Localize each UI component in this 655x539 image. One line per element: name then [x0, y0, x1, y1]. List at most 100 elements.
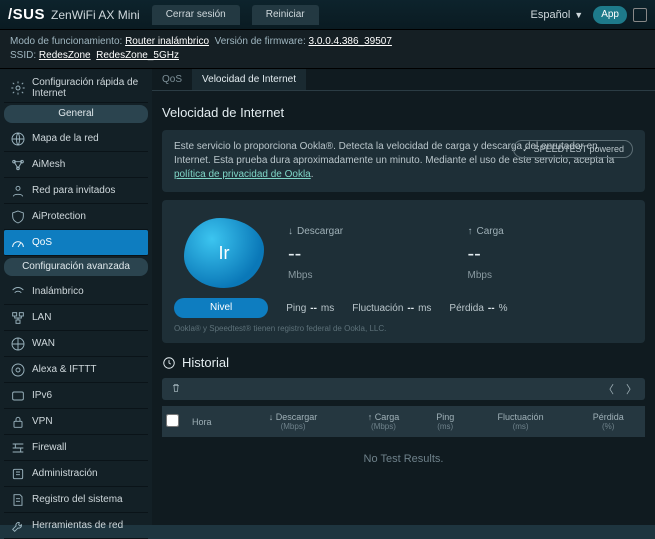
no-results-text: No Test Results. — [162, 437, 645, 481]
sidebar-item-vpn[interactable]: VPN — [4, 409, 148, 435]
main-content: QoS Velocidad de Internet Velocidad de I… — [152, 69, 655, 525]
history-table: Hora ↓ Descargar(Mbps) ↑ Carga(Mbps) Pin… — [162, 406, 645, 481]
sidebar-item-label: VPN — [32, 416, 53, 427]
privacy-link[interactable]: política de privacidad de Ookla — [174, 169, 311, 180]
sidebar-group-advanced: Configuración avanzada — [4, 258, 148, 276]
shield-icon — [10, 209, 26, 225]
th-time: Hora — [188, 406, 240, 437]
sidebar-item-label: IPv6 — [32, 390, 52, 401]
gauge-icon — [10, 235, 26, 251]
sidebar-item-qos[interactable]: QoS — [4, 230, 148, 256]
trademark-text: Ookla® y Speedtest® tienen registro fede… — [174, 324, 633, 333]
next-page-button[interactable]: 〉 — [626, 381, 637, 397]
loss-metric: Pérdida -- % — [449, 303, 507, 314]
reboot-button[interactable]: Reiniciar — [252, 5, 319, 25]
intro-card: SPEEDTEST powered Este servicio lo propo… — [162, 130, 645, 192]
sidebar-item-wan[interactable]: WAN — [4, 331, 148, 357]
select-all-checkbox[interactable] — [166, 414, 179, 427]
prev-page-button[interactable]: 〈 — [603, 381, 614, 397]
mesh-icon — [10, 157, 26, 173]
sidebar-item-quick-setup[interactable]: Configuración rápida de Internet — [4, 73, 148, 103]
sidebar-item-nettools[interactable]: Herramientas de red — [4, 513, 148, 539]
th-loss: Pérdida(%) — [571, 406, 645, 437]
firewall-icon — [10, 440, 26, 456]
th-download: ↓ Descargar(Mbps) — [240, 406, 346, 437]
level-button[interactable]: Nivel — [174, 298, 268, 318]
download-arrow-icon: ↓ — [288, 226, 293, 237]
ssid-link-1[interactable]: RedesZone — [39, 50, 91, 61]
go-button[interactable]: Ir — [184, 218, 264, 288]
sidebar-item-label: QoS — [32, 237, 52, 248]
download-value: -- — [288, 243, 454, 266]
sidebar-item-administration[interactable]: Administración — [4, 461, 148, 487]
sidebar-item-ipv6[interactable]: IPv6 — [4, 383, 148, 409]
guest-icon — [10, 183, 26, 199]
history-icon — [162, 356, 176, 370]
sidebar-item-wireless[interactable]: Inalámbrico — [4, 279, 148, 305]
app-link[interactable]: App — [593, 6, 627, 24]
sidebar-group-general: General — [4, 105, 148, 123]
ping-metric: Ping -- ms — [286, 303, 334, 314]
sidebar-item-aiprotection[interactable]: AiProtection — [4, 204, 148, 230]
speedtest-badge: SPEEDTEST powered — [513, 140, 633, 158]
sidebar-item-label: Alexa & IFTTT — [32, 364, 96, 375]
sidebar-item-firewall[interactable]: Firewall — [4, 435, 148, 461]
page-title: Velocidad de Internet — [162, 105, 645, 120]
firmware-link[interactable]: 3.0.0.4.386_39507 — [309, 36, 392, 47]
sidebar-item-aimesh[interactable]: AiMesh — [4, 152, 148, 178]
brand-logo: /SUS — [8, 6, 45, 23]
sidebar-item-label: Registro del sistema — [32, 494, 123, 505]
sidebar-item-label: Administración — [32, 468, 98, 479]
top-bar: /SUS ZenWiFi AX Mini Cerrar sesión Reini… — [0, 0, 655, 30]
history-heading: Historial — [162, 351, 645, 374]
sidebar-item-syslog[interactable]: Registro del sistema — [4, 487, 148, 513]
wrench-icon — [10, 518, 26, 534]
ssid-link-2[interactable]: RedesZone_5GHz — [96, 50, 179, 61]
sub-tabs: QoS Velocidad de Internet — [152, 69, 655, 91]
sidebar-item-label: Herramientas de red — [32, 520, 123, 531]
tab-internet-speed[interactable]: Velocidad de Internet — [192, 69, 306, 90]
sidebar-item-label: Firewall — [32, 442, 66, 453]
remote-icon[interactable] — [633, 8, 647, 22]
sidebar-item-label: LAN — [32, 312, 51, 323]
jitter-metric: Fluctuación -- ms — [352, 303, 431, 314]
upload-value: -- — [468, 243, 634, 266]
language-selector[interactable]: Español — [531, 9, 571, 21]
tab-qos[interactable]: QoS — [152, 69, 192, 90]
gear-icon — [10, 80, 26, 96]
sidebar-item-label: Inalámbrico — [32, 286, 84, 297]
th-upload: ↑ Carga(Mbps) — [346, 406, 420, 437]
lan-icon — [10, 310, 26, 326]
sidebar-item-network-map[interactable]: Mapa de la red — [4, 126, 148, 152]
info-bar: Modo de funcionamiento: Router inalámbri… — [0, 30, 655, 69]
globe-icon — [10, 131, 26, 147]
delete-button[interactable] — [170, 382, 182, 397]
sidebar-item-label: Red para invitados — [32, 185, 115, 196]
wifi-icon — [10, 284, 26, 300]
model-name: ZenWiFi AX Mini — [51, 8, 140, 22]
sidebar-item-label: AiMesh — [32, 159, 65, 170]
sidebar-item-label: Mapa de la red — [32, 133, 99, 144]
operation-mode-link[interactable]: Router inalámbrico — [125, 36, 209, 47]
sidebar-item-alexa[interactable]: Alexa & IFTTT — [4, 357, 148, 383]
voice-icon — [10, 362, 26, 378]
sidebar-item-label: AiProtection — [32, 211, 86, 222]
sidebar: Configuración rápida de Internet General… — [0, 69, 152, 525]
logout-button[interactable]: Cerrar sesión — [152, 5, 240, 25]
th-ping: Ping(ms) — [421, 406, 470, 437]
download-metric: ↓Descargar -- Mbps — [288, 226, 454, 281]
admin-icon — [10, 466, 26, 482]
upload-metric: ↑Carga -- Mbps — [468, 226, 634, 281]
sidebar-item-label: Configuración rápida de Internet — [32, 77, 142, 99]
th-jitter: Fluctuación(ms) — [470, 406, 572, 437]
wan-icon — [10, 336, 26, 352]
ipv6-icon — [10, 388, 26, 404]
sidebar-item-lan[interactable]: LAN — [4, 305, 148, 331]
lock-icon — [10, 414, 26, 430]
speedtest-card: Ir ↓Descargar -- Mbps ↑Carga -- Mbps Niv… — [162, 200, 645, 343]
history-toolbar: 〈 〉 — [162, 378, 645, 400]
log-icon — [10, 492, 26, 508]
upload-arrow-icon: ↑ — [468, 226, 473, 237]
sidebar-item-label: WAN — [32, 338, 55, 349]
sidebar-item-guest-network[interactable]: Red para invitados — [4, 178, 148, 204]
